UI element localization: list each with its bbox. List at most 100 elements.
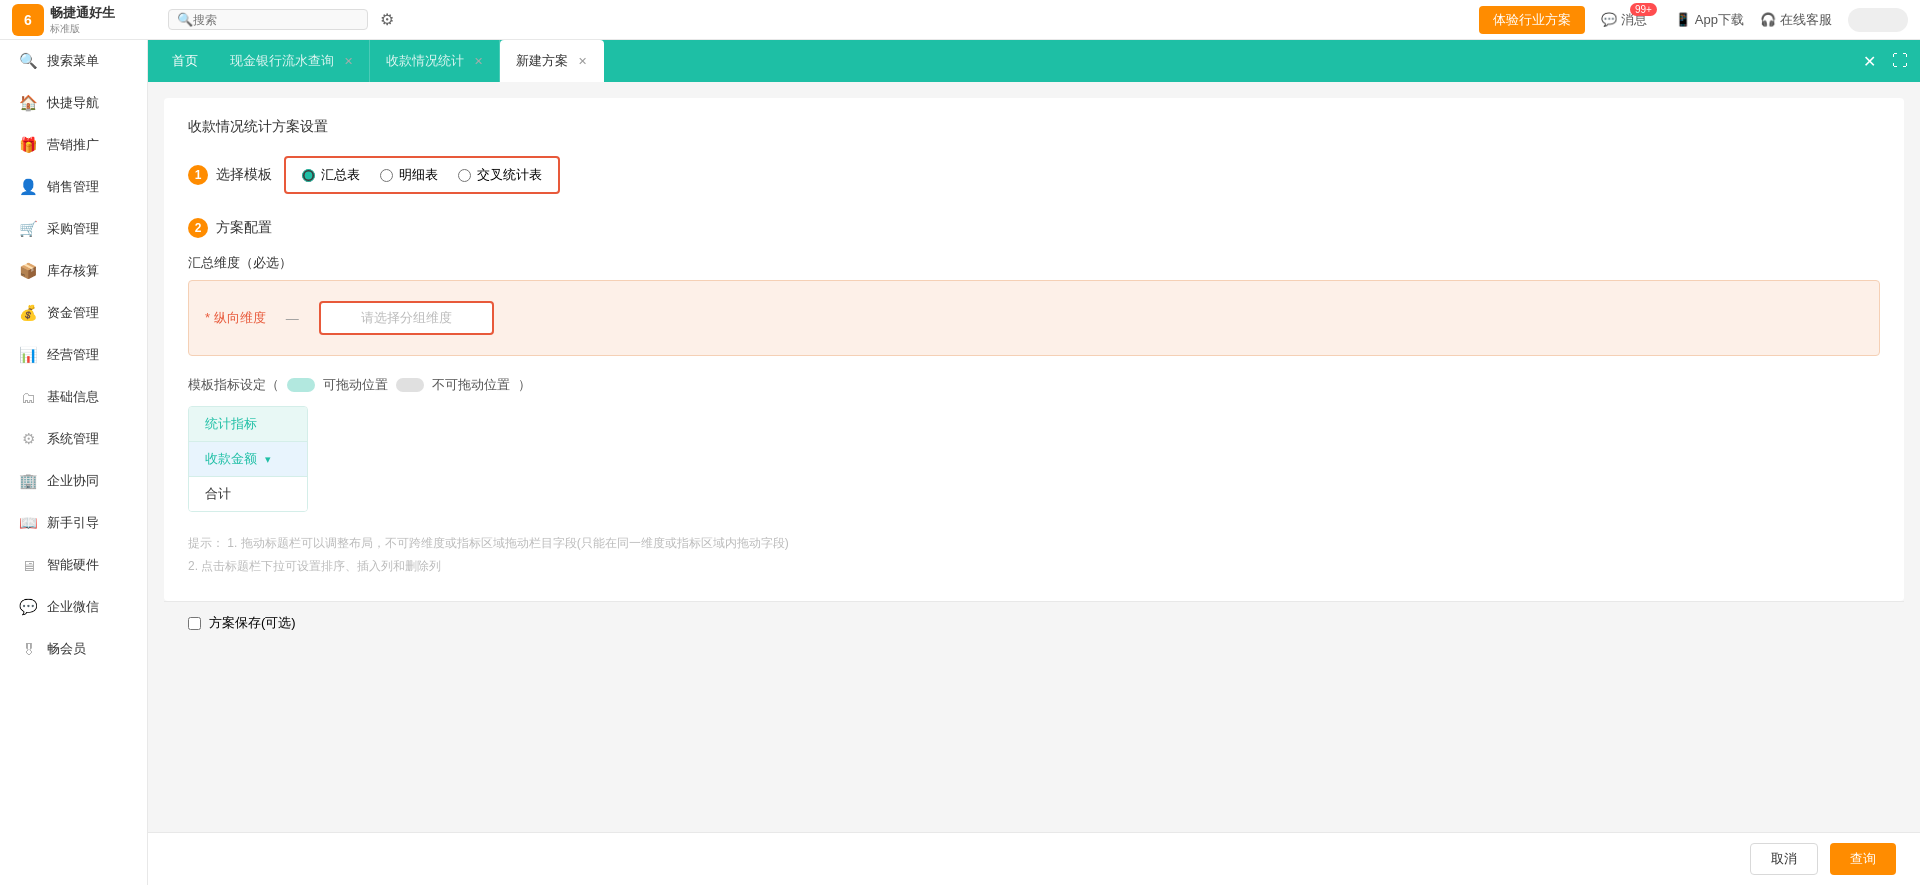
gear-icon[interactable]: ⚙ bbox=[380, 10, 394, 29]
radio-cross-label: 交叉统计表 bbox=[477, 166, 542, 184]
operation-icon: 📊 bbox=[19, 346, 37, 364]
tab-bar-actions: ✕ ⛶ bbox=[1859, 52, 1912, 71]
metrics-row-total: 合计 bbox=[189, 477, 307, 511]
drag-indicator bbox=[287, 378, 315, 392]
no-drag-indicator bbox=[396, 378, 424, 392]
enterprise-icon: 🏢 bbox=[19, 472, 37, 490]
search-input[interactable] bbox=[193, 13, 333, 27]
sidebar-item-search-menu[interactable]: 🔍 搜索菜单 bbox=[0, 40, 147, 82]
inventory-icon: 📦 bbox=[19, 262, 37, 280]
trial-button[interactable]: 体验行业方案 bbox=[1479, 6, 1585, 34]
radio-detail-input[interactable] bbox=[380, 169, 393, 182]
sidebar-item-label: 新手引导 bbox=[47, 514, 99, 532]
logo-text: 畅捷通好生 bbox=[50, 4, 115, 22]
message-area[interactable]: 💬 消息 99+ bbox=[1601, 11, 1647, 29]
sidebar-item-system[interactable]: ⚙ 系统管理 bbox=[0, 418, 147, 460]
section1-label: 选择模板 bbox=[216, 166, 272, 184]
drag-label: 可拖动位置 bbox=[323, 376, 388, 394]
purchase-icon: 🛒 bbox=[19, 220, 37, 238]
logo-area: 6 畅捷通好生 标准版 bbox=[12, 4, 160, 36]
finance-icon: 💰 bbox=[19, 304, 37, 322]
section2-header: 2 方案配置 bbox=[188, 218, 272, 238]
dimension-row: * 纵向维度 — 请选择分组维度 bbox=[205, 301, 1863, 335]
radio-cross-input[interactable] bbox=[458, 169, 471, 182]
tab-bar: 首页 现金银行流水查询 ✕ 收款情况统计 ✕ 新建方案 ✕ ✕ ⛶ bbox=[148, 40, 1920, 82]
tip2: 2. 点击标题栏下拉可设置排序、插入列和删除列 bbox=[188, 558, 1880, 575]
sidebar-item-quick-nav[interactable]: 🏠 快捷导航 bbox=[0, 82, 147, 124]
system-icon: ⚙ bbox=[19, 430, 37, 448]
sidebar-item-finance[interactable]: 💰 资金管理 bbox=[0, 292, 147, 334]
search-icon: 🔍 bbox=[177, 12, 193, 27]
section2-num: 2 bbox=[188, 218, 208, 238]
tab-new-plan-close[interactable]: ✕ bbox=[578, 55, 587, 68]
page-content: 收款情况统计方案设置 1 选择模板 汇总表 明细表 bbox=[148, 82, 1920, 832]
sidebar-item-label: 销售管理 bbox=[47, 178, 99, 196]
sidebar-item-label: 采购管理 bbox=[47, 220, 99, 238]
logo-icon: 6 bbox=[12, 4, 44, 36]
tab-home[interactable]: 首页 bbox=[156, 52, 214, 70]
search-menu-icon: 🔍 bbox=[19, 52, 37, 70]
sidebar-item-enterprise[interactable]: 🏢 企业协同 bbox=[0, 460, 147, 502]
tab-collect-stat[interactable]: 收款情况统计 ✕ bbox=[370, 40, 500, 82]
sidebar-item-basic-info[interactable]: 🗂 基础信息 bbox=[0, 376, 147, 418]
service-icon: 🎧 bbox=[1760, 12, 1776, 27]
marketing-icon: 🎁 bbox=[19, 136, 37, 154]
radio-summary-input[interactable] bbox=[302, 169, 315, 182]
section1-num: 1 bbox=[188, 165, 208, 185]
section2: 2 方案配置 汇总维度（必选） * 纵向维度 — 请选择分组维度 bbox=[188, 218, 1880, 575]
online-service-btn[interactable]: 🎧 在线客服 bbox=[1760, 11, 1832, 29]
message-icon: 💬 bbox=[1601, 12, 1617, 27]
tab-bank-flow-close[interactable]: ✕ bbox=[344, 55, 353, 68]
close-paren: ） bbox=[518, 376, 531, 394]
sidebar-item-hardware[interactable]: 🖥 智能硬件 bbox=[0, 544, 147, 586]
metrics-header-label: 统计指标 bbox=[205, 415, 257, 433]
hardware-icon: 🖥 bbox=[19, 557, 37, 574]
sidebar-item-sales[interactable]: 👤 销售管理 bbox=[0, 166, 147, 208]
tab-new-plan[interactable]: 新建方案 ✕ bbox=[500, 40, 604, 82]
tab-new-plan-label: 新建方案 bbox=[516, 52, 568, 70]
app-download-btn[interactable]: 📱 App下载 bbox=[1675, 11, 1744, 29]
radio-summary-label: 汇总表 bbox=[321, 166, 360, 184]
no-drag-label: 不可拖动位置 bbox=[432, 376, 510, 394]
sidebar-item-member[interactable]: 🎖 畅会员 bbox=[0, 628, 147, 670]
main-wrapper: 🔍 搜索菜单 🏠 快捷导航 🎁 营销推广 👤 销售管理 🛒 采购管理 📦 库存核… bbox=[0, 40, 1920, 885]
sidebar-item-label: 系统管理 bbox=[47, 430, 99, 448]
radio-summary[interactable]: 汇总表 bbox=[302, 166, 360, 184]
tab-bank-flow[interactable]: 现金银行流水查询 ✕ bbox=[214, 40, 370, 82]
sidebar-item-purchase[interactable]: 🛒 采购管理 bbox=[0, 208, 147, 250]
sidebar-item-label: 营销推广 bbox=[47, 136, 99, 154]
metrics-row-collect[interactable]: 收款金额 ▾ bbox=[189, 442, 307, 477]
radio-cross[interactable]: 交叉统计表 bbox=[458, 166, 542, 184]
radio-detail-label: 明细表 bbox=[399, 166, 438, 184]
group-dimension-select[interactable]: 请选择分组维度 bbox=[319, 301, 494, 335]
dropdown-arrow-icon[interactable]: ▾ bbox=[265, 453, 271, 466]
sidebar-item-marketing[interactable]: 🎁 营销推广 bbox=[0, 124, 147, 166]
header-actions: 体验行业方案 💬 消息 99+ 📱 App下载 🎧 在线客服 bbox=[1479, 6, 1908, 34]
radio-detail[interactable]: 明细表 bbox=[380, 166, 438, 184]
sidebar: 🔍 搜索菜单 🏠 快捷导航 🎁 营销推广 👤 销售管理 🛒 采购管理 📦 库存核… bbox=[0, 40, 148, 885]
message-badge: 99+ bbox=[1630, 3, 1657, 16]
sidebar-item-label: 智能硬件 bbox=[47, 556, 99, 574]
content-area: 首页 现金银行流水查询 ✕ 收款情况统计 ✕ 新建方案 ✕ ✕ ⛶ 收款情况统计… bbox=[148, 40, 1920, 885]
save-checkbox[interactable] bbox=[188, 617, 201, 630]
close-window-icon[interactable]: ✕ bbox=[1859, 52, 1880, 71]
guide-icon: 📖 bbox=[19, 514, 37, 532]
sidebar-item-operation[interactable]: 📊 经营管理 bbox=[0, 334, 147, 376]
save-section: 方案保存(可选) bbox=[164, 601, 1904, 644]
dimension-area: * 纵向维度 — 请选择分组维度 bbox=[188, 280, 1880, 356]
sidebar-item-guide[interactable]: 📖 新手引导 bbox=[0, 502, 147, 544]
cancel-button[interactable]: 取消 bbox=[1750, 843, 1818, 875]
sidebar-item-inventory[interactable]: 📦 库存核算 bbox=[0, 250, 147, 292]
page-card: 收款情况统计方案设置 1 选择模板 汇总表 明细表 bbox=[164, 98, 1904, 601]
metric-collect-label: 收款金额 bbox=[205, 450, 257, 468]
member-icon: 🎖 bbox=[19, 641, 37, 658]
sidebar-item-label: 库存核算 bbox=[47, 262, 99, 280]
search-bar[interactable]: 🔍 bbox=[168, 9, 368, 30]
metric-total-label: 合计 bbox=[205, 486, 231, 501]
tab-collect-stat-close[interactable]: ✕ bbox=[474, 55, 483, 68]
metrics-table-header: 统计指标 bbox=[189, 407, 307, 442]
sidebar-item-wechat[interactable]: 💬 企业微信 bbox=[0, 586, 147, 628]
query-button[interactable]: 查询 bbox=[1830, 843, 1896, 875]
section1-header: 1 选择模板 bbox=[188, 165, 272, 185]
maximize-window-icon[interactable]: ⛶ bbox=[1888, 52, 1912, 70]
